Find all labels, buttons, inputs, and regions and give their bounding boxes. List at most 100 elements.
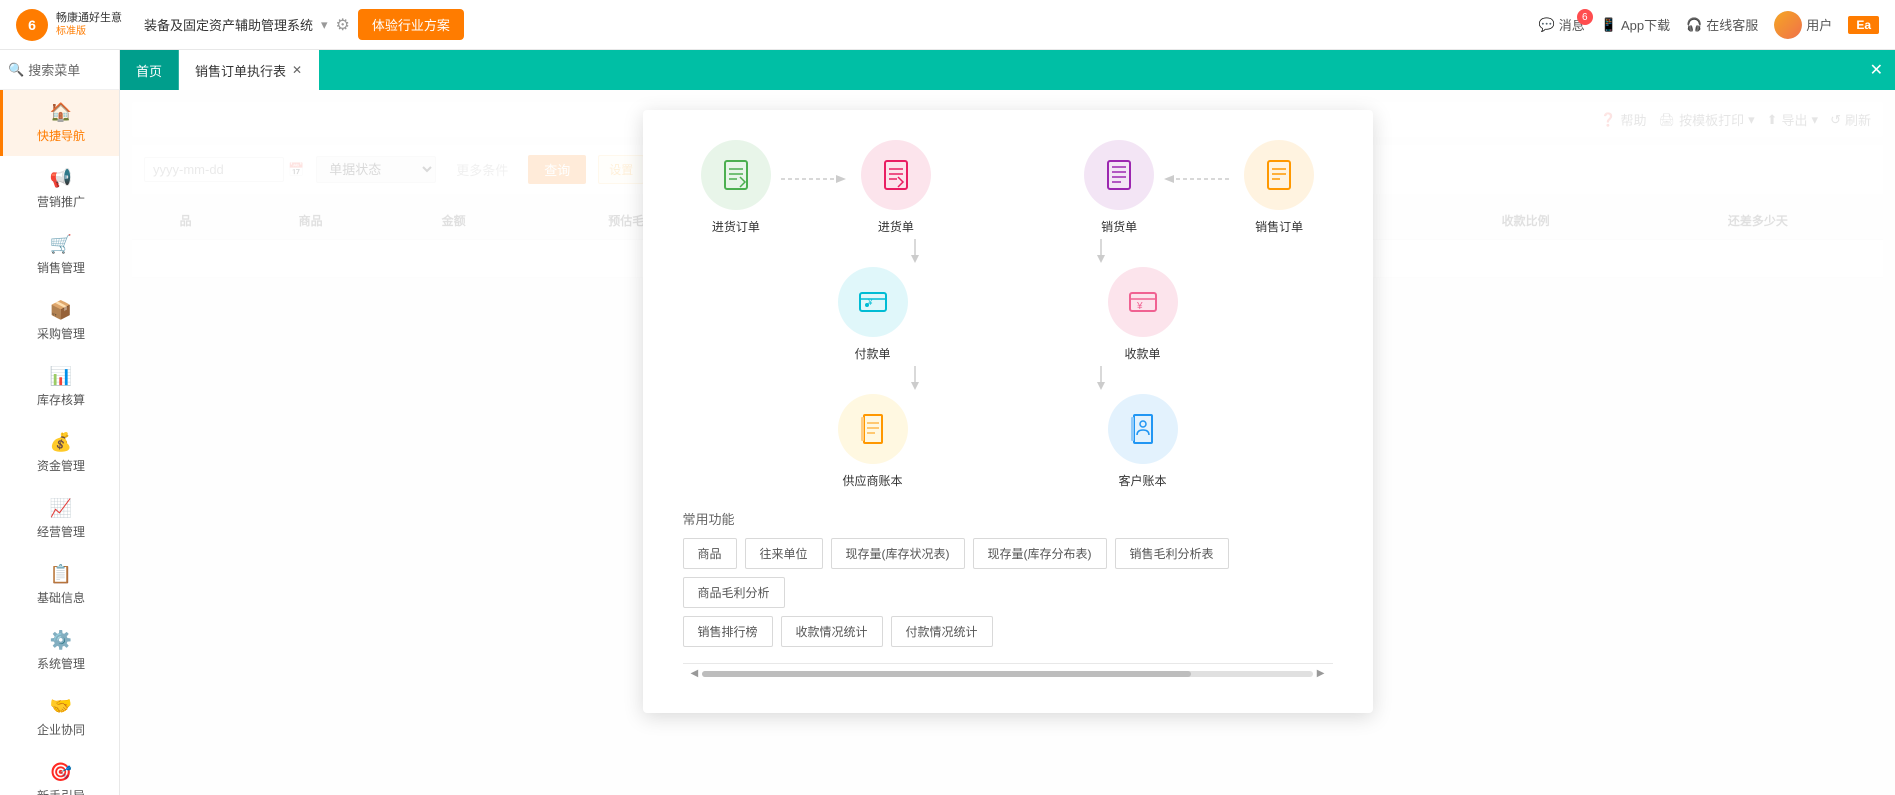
- sales-order-exec-tab-label: 销售订单执行表: [195, 61, 286, 80]
- finance-icon: 💰: [50, 432, 72, 453]
- system-title: 装备及固定资产辅助管理系统: [144, 15, 313, 34]
- main-content: 首页 销售订单执行表 ✕ ✕ ❓ 帮助 🖨 按模板打印 ▾ ⬆ 导出 ▾: [120, 50, 1895, 795]
- flow-item-purchase-order[interactable]: 进货订单: [701, 140, 771, 235]
- common-functions-title: 常用功能: [683, 509, 1333, 528]
- logo-icon: 6: [16, 9, 48, 41]
- ea-badge: Ea: [1848, 16, 1879, 34]
- search-label: 搜索菜单: [28, 60, 80, 79]
- basic-info-icon: 📋: [50, 564, 72, 585]
- customer-ledger-circle: [1108, 394, 1178, 464]
- func-btn-receipt-stats[interactable]: 收款情况统计: [781, 616, 883, 647]
- sidebar-item-label: 资金管理: [37, 457, 85, 474]
- func-btn-payment-stats[interactable]: 付款情况统计: [891, 616, 993, 647]
- online-service-label: 在线客服: [1706, 15, 1758, 34]
- flow-item-sales-bill[interactable]: 销货单: [1084, 140, 1154, 235]
- supplier-ledger-circle: [838, 394, 908, 464]
- service-icon: 🎧: [1686, 17, 1702, 33]
- marketing-icon: 📢: [50, 168, 72, 189]
- scroll-thumb: [702, 671, 1190, 677]
- inventory-icon: 📊: [50, 366, 72, 387]
- app-download-label: App下载: [1621, 15, 1670, 34]
- app-download-item[interactable]: 📱 App下载: [1601, 15, 1670, 34]
- supplier-ledger-label: 供应商账本: [842, 472, 902, 489]
- scroll-left-icon[interactable]: ◀: [691, 668, 699, 679]
- tab-home[interactable]: 首页: [120, 50, 179, 90]
- sidebar-item-inventory[interactable]: 📊 库存核算: [0, 354, 119, 420]
- payment-bill-circle: ¥: [838, 267, 908, 337]
- func-btn-stock-dist[interactable]: 现存量(库存分布表): [973, 538, 1107, 569]
- top-header: 6 畅康通好生意 标准版 装备及固定资产辅助管理系统 ▾ ⚙ 体验行业方案 💬 …: [0, 0, 1895, 50]
- flow-item-payment-bill[interactable]: ¥ 付款单: [838, 267, 908, 362]
- newbie-icon: 🎯: [50, 762, 72, 783]
- sidebar-item-label: 采购管理: [37, 325, 85, 342]
- online-service-item[interactable]: 🎧 在线客服: [1686, 15, 1758, 34]
- sales-order-circle: [1244, 140, 1314, 210]
- user-label: 用户: [1806, 15, 1832, 34]
- func-btn-stock-status[interactable]: 现存量(库存状况表): [831, 538, 965, 569]
- experience-button[interactable]: 体验行业方案: [358, 9, 464, 40]
- message-icon: 💬: [1539, 17, 1555, 33]
- sales-bill-label: 销货单: [1101, 218, 1137, 235]
- logo-area: 6 畅康通好生意 标准版: [16, 9, 136, 41]
- quick-nav-panel: 进货订单: [643, 110, 1373, 713]
- quick-nav-icon: 🏠: [50, 102, 72, 123]
- sidebar-item-label: 营销推广: [37, 193, 85, 210]
- customer-ledger-label: 客户账本: [1118, 472, 1166, 489]
- flow-item-supplier-ledger[interactable]: 供应商账本: [838, 394, 908, 489]
- flow-item-sales-order[interactable]: 销售订单: [1244, 140, 1314, 235]
- purchase-icon: 📦: [50, 300, 72, 321]
- sidebar-item-label: 企业协同: [37, 721, 85, 738]
- receipt-bill-circle: ¥: [1108, 267, 1178, 337]
- sidebar-item-quick-nav[interactable]: 🏠 快捷导航: [0, 90, 119, 156]
- sales-icon: 🛒: [50, 234, 72, 255]
- sidebar-item-sales[interactable]: 🛒 销售管理: [0, 222, 119, 288]
- dropdown-icon[interactable]: ▾: [321, 17, 328, 33]
- enterprise-icon: 🤝: [50, 696, 72, 717]
- func-btn-sales-rank[interactable]: 销售排行榜: [683, 616, 773, 647]
- sidebar-item-purchase[interactable]: 📦 采购管理: [0, 288, 119, 354]
- receipt-bill-label: 收款单: [1124, 345, 1160, 362]
- system-title-area: 装备及固定资产辅助管理系统 ▾ ⚙ 体验行业方案: [136, 9, 1539, 40]
- logo-text: 畅康通好生意 标准版: [56, 11, 122, 38]
- message-badge: 6: [1577, 9, 1593, 25]
- home-tab-label: 首页: [136, 61, 162, 80]
- tab-bar-close-icon[interactable]: ✕: [1870, 60, 1883, 80]
- func-btn-partners[interactable]: 往来单位: [745, 538, 823, 569]
- quick-nav-overlay: 进货订单: [120, 90, 1895, 795]
- purchase-bill-label: 进货单: [878, 218, 914, 235]
- scroll-track[interactable]: [702, 671, 1313, 677]
- download-icon: 📱: [1601, 17, 1617, 33]
- message-item[interactable]: 💬 消息 6: [1539, 15, 1585, 34]
- flow-item-receipt-bill[interactable]: ¥ 收款单: [1108, 267, 1178, 362]
- system-icon: ⚙️: [50, 630, 72, 651]
- func-btn-sales-profit[interactable]: 销售毛利分析表: [1115, 538, 1229, 569]
- sales-order-label: 销售订单: [1255, 218, 1303, 235]
- page-content: ❓ 帮助 🖨 按模板打印 ▾ ⬆ 导出 ▾ ↺ 刷新 📅: [120, 90, 1895, 795]
- sidebar-item-marketing[interactable]: 📢 营销推广: [0, 156, 119, 222]
- search-icon: 🔍: [8, 62, 24, 78]
- svg-text:¥: ¥: [1136, 301, 1143, 312]
- scroll-right-icon[interactable]: ▶: [1317, 668, 1325, 679]
- purchase-order-circle: [701, 140, 771, 210]
- tab-close-icon[interactable]: ✕: [292, 63, 302, 77]
- func-btn-product-profit[interactable]: 商品毛利分析: [683, 577, 785, 608]
- user-item[interactable]: 用户: [1774, 11, 1832, 39]
- sidebar: 🔍 搜索菜单 🏠 快捷导航 📢 营销推广 🛒 销售管理 📦 采购管理 📊 库存核…: [0, 50, 120, 795]
- sidebar-item-newbie[interactable]: 🎯 新手引导: [0, 750, 119, 795]
- sidebar-item-operation[interactable]: 📈 经营管理: [0, 486, 119, 552]
- sidebar-item-label: 经营管理: [37, 523, 85, 540]
- sidebar-item-finance[interactable]: 💰 资金管理: [0, 420, 119, 486]
- sidebar-item-label: 系统管理: [37, 655, 85, 672]
- avatar: [1774, 11, 1802, 39]
- flow-item-purchase-bill[interactable]: 进货单: [861, 140, 931, 235]
- tab-sales-order-exec[interactable]: 销售订单执行表 ✕: [179, 50, 319, 90]
- settings-icon[interactable]: ⚙: [336, 15, 350, 35]
- sidebar-item-system[interactable]: ⚙️ 系统管理: [0, 618, 119, 684]
- func-btn-product[interactable]: 商品: [683, 538, 737, 569]
- purchase-bill-circle: [861, 140, 931, 210]
- sidebar-item-enterprise[interactable]: 🤝 企业协同: [0, 684, 119, 750]
- sidebar-item-basic-info[interactable]: 📋 基础信息: [0, 552, 119, 618]
- svg-text:¥: ¥: [867, 298, 873, 307]
- flow-item-customer-ledger[interactable]: 客户账本: [1108, 394, 1178, 489]
- sidebar-search[interactable]: 🔍 搜索菜单: [0, 50, 119, 90]
